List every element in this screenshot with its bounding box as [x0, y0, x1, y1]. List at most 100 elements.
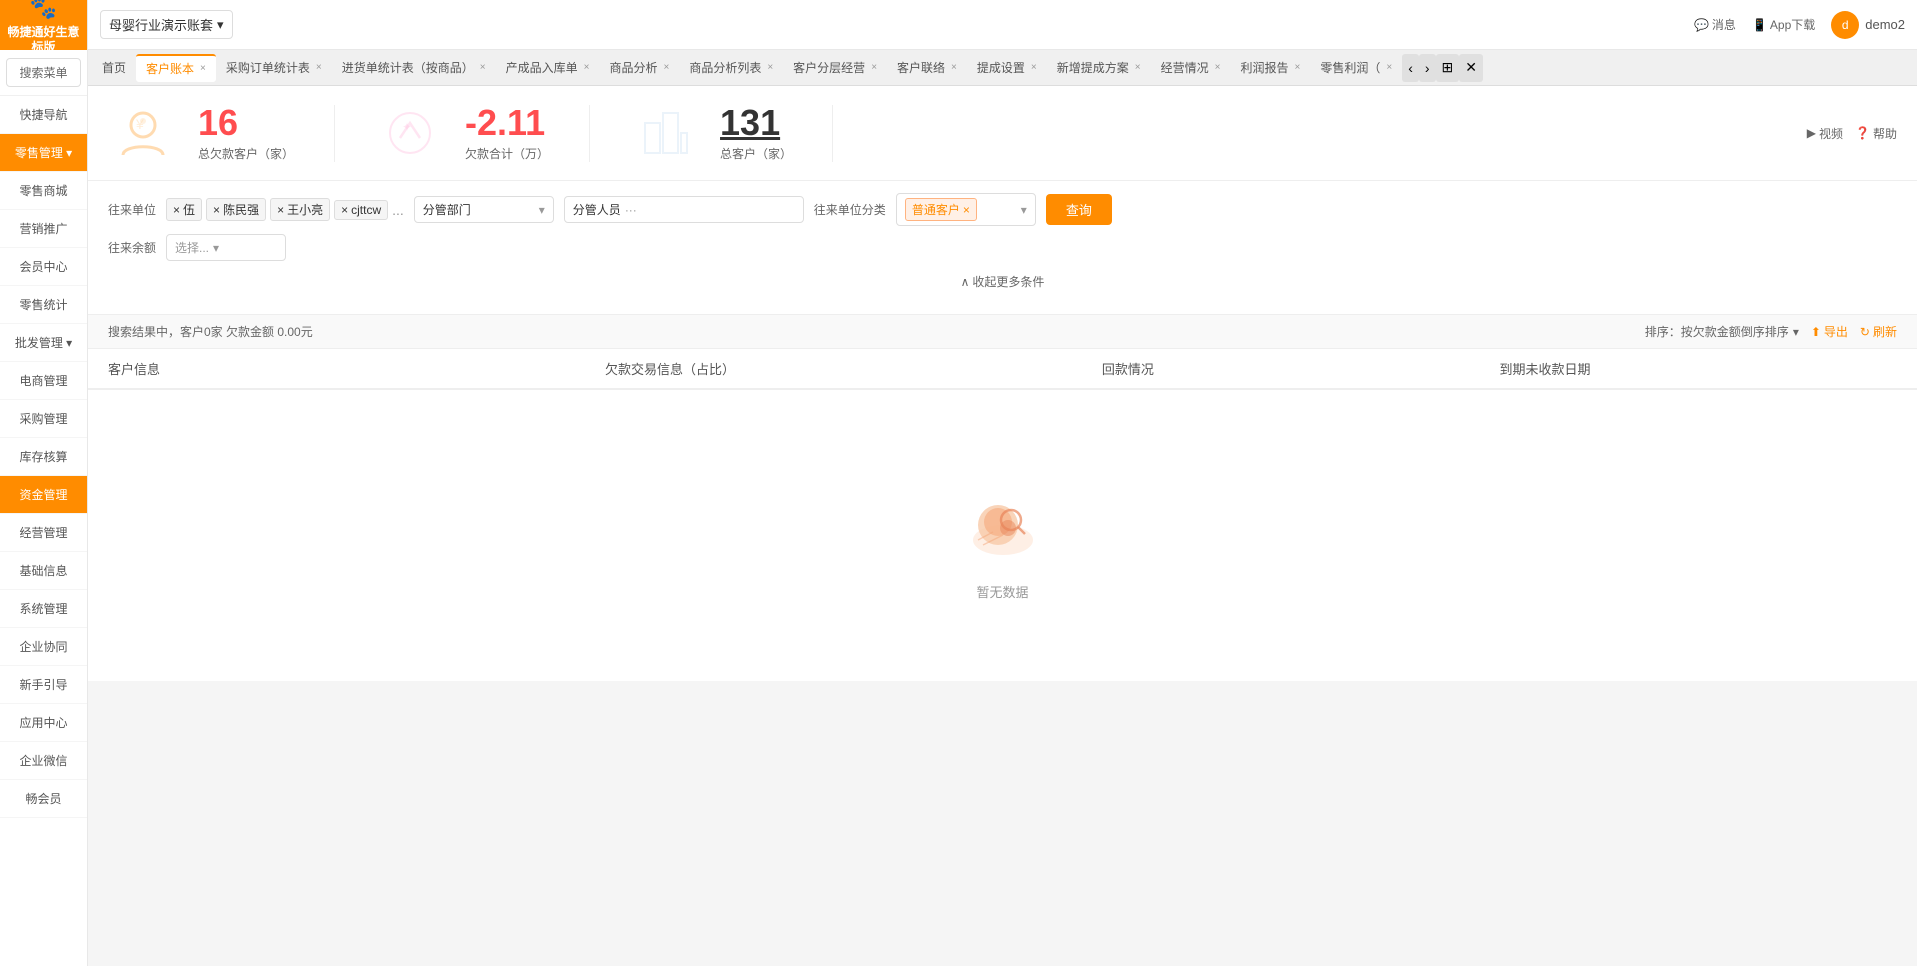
empty-state: 暂无数据 — [88, 390, 1917, 681]
header-right: 💬 消息 📱 App下载 d demo2 — [1694, 11, 1905, 39]
tab-close-all-btn[interactable]: ✕ — [1459, 54, 1483, 82]
tab-customer-contact[interactable]: 客户联络 × — [887, 54, 967, 82]
results-info: 搜索结果中，客户0家 欠款金额 0.00元 — [108, 323, 313, 340]
sidebar-item-operations[interactable]: 经营管理 — [0, 514, 87, 552]
empty-text: 暂无数据 — [976, 582, 1028, 601]
filter-tag-cjttcw[interactable]: × cjttcw — [334, 200, 388, 220]
tab-close-customer-tier[interactable]: × — [871, 62, 877, 73]
tab-accounts[interactable]: 客户账本 × — [136, 54, 216, 82]
header-left: 母婴行业演示账套 ▾ — [100, 10, 233, 39]
refresh-icon: ↻ — [1860, 325, 1870, 339]
tab-reminder-settings[interactable]: 提成设置 × — [967, 54, 1047, 82]
filter-tag-chenminqiang[interactable]: × 陈民强 — [206, 198, 266, 221]
sidebar-item-retail-mall[interactable]: 零售商城 — [0, 172, 87, 210]
sidebar-item-basics[interactable]: 基础信息 — [0, 552, 87, 590]
logo-text: 畅捷通好生意 — [7, 25, 79, 41]
sidebar-item-ecommerce[interactable]: 电商管理 — [0, 362, 87, 400]
tab-close-purchase-stats[interactable]: × — [480, 62, 486, 73]
tab-close-customer-contact[interactable]: × — [951, 62, 957, 73]
message-btn[interactable]: 💬 消息 — [1694, 16, 1736, 33]
tab-close-retail-profit[interactable]: × — [1386, 62, 1392, 73]
stats-actions: ▶ 视频 ❓ 帮助 — [1807, 125, 1897, 142]
filter-tags-more[interactable]: ... — [392, 202, 404, 218]
sidebar-item-retail-stat[interactable]: 零售统计 — [0, 286, 87, 324]
tab-purchase-stats[interactable]: 进货单统计表（按商品） × — [332, 54, 496, 82]
tab-close-purchase-order[interactable]: × — [316, 62, 322, 73]
export-button[interactable]: ⬆ 导出 — [1811, 323, 1848, 340]
app-download-btn[interactable]: 📱 App下载 — [1752, 16, 1815, 33]
customers-icon — [630, 98, 700, 168]
sidebar-item-capital[interactable]: 资金管理 — [0, 476, 87, 514]
total-customers-value: 131 — [720, 105, 780, 141]
stat-total-customers: 131 总客户（家） — [720, 105, 833, 162]
sidebar-item-retail-mgmt[interactable]: 零售管理 ▾ — [0, 134, 87, 172]
filter-row-1: 往来单位 × 伍 × 陈民强 × 王小亮 × — [108, 193, 1897, 226]
tab-close-goods-analysis-list[interactable]: × — [767, 62, 773, 73]
sidebar-item-inventory[interactable]: 库存核算 — [0, 438, 87, 476]
tab-close-reminder-settings[interactable]: × — [1031, 62, 1037, 73]
debtors-icon: ¥ — [108, 98, 178, 168]
sidebar-item-quick-nav[interactable]: 快捷导航 — [0, 96, 87, 134]
sidebar: 🐾 畅捷通好生意 标版 搜索菜单 快捷导航 零售管理 ▾ 零售商城 营销推广 会… — [0, 0, 88, 966]
phone-icon: 📱 — [1752, 18, 1767, 32]
tab-close-goods-analysis[interactable]: × — [663, 62, 669, 73]
sort-selector[interactable]: 排序：按欠款金额倒序排序 ▾ — [1645, 323, 1799, 340]
tab-close-accounts[interactable]: × — [200, 63, 206, 74]
dept-filter[interactable]: 分管部门 ▾ — [414, 196, 554, 223]
sidebar-item-marketing[interactable]: 营销推广 — [0, 210, 87, 248]
play-icon: ▶ — [1807, 126, 1816, 140]
user-info: d demo2 — [1831, 11, 1905, 39]
sidebar-item-member[interactable]: 会员中心 — [0, 248, 87, 286]
sidebar-item-wholesale[interactable]: 批发管理 ▾ — [0, 324, 87, 362]
tab-purchase-order[interactable]: 采购订单统计表 × — [216, 54, 332, 82]
tab-close-operations-status[interactable]: × — [1215, 62, 1221, 73]
chevron-down-icon: ▾ — [217, 17, 224, 33]
industry-selector[interactable]: 母婴行业演示账套 ▾ — [100, 10, 233, 39]
tab-goods-analysis-list[interactable]: 商品分析列表 × — [679, 54, 783, 82]
tab-home[interactable]: 首页 — [92, 54, 136, 82]
sidebar-item-app-center[interactable]: 应用中心 — [0, 704, 87, 742]
stats-bar: ¥ 16 总欠款客户（家） ✦ -2.11 欠款合计（万） — [88, 86, 1917, 181]
sidebar-item-vip[interactable]: 畅会员 — [0, 780, 87, 818]
sidebar-item-newbie[interactable]: 新手引导 — [0, 666, 87, 704]
filter-row-2: 往来余额 选择... ▾ — [108, 234, 1897, 261]
filter-tag-wangxiaoliang[interactable]: × 王小亮 — [270, 198, 330, 221]
tab-next-btn[interactable]: › — [1419, 54, 1436, 82]
tab-close-profit-report[interactable]: × — [1294, 62, 1300, 73]
tab-prev-btn[interactable]: ‹ — [1402, 54, 1419, 82]
video-help-btn[interactable]: ▶ 视频 — [1807, 125, 1843, 142]
category-filter[interactable]: 普通客户 × ▾ — [896, 193, 1036, 226]
person-filter[interactable]: 分管人员 ··· — [564, 196, 804, 223]
sidebar-item-purchase[interactable]: 采购管理 — [0, 400, 87, 438]
total-debtors-value: 16 — [198, 105, 238, 141]
tab-profit-report[interactable]: 利润报告 × — [1230, 54, 1310, 82]
tab-customer-tier[interactable]: 客户分层经营 × — [783, 54, 887, 82]
category-tag-close-icon[interactable]: × — [963, 203, 970, 217]
sidebar-item-enterprise[interactable]: 企业协同 — [0, 628, 87, 666]
filter-tag-wu[interactable]: × 伍 — [166, 198, 202, 221]
total-debtors-label: 总欠款客户（家） — [198, 145, 294, 162]
tab-cost-entry[interactable]: 产成品入库单 × — [496, 54, 600, 82]
message-icon: 💬 — [1694, 18, 1709, 32]
tab-close-cost-entry[interactable]: × — [584, 62, 590, 73]
query-button[interactable]: 查询 — [1046, 194, 1112, 225]
sidebar-item-system[interactable]: 系统管理 — [0, 590, 87, 628]
refresh-button[interactable]: ↻ 刷新 — [1860, 323, 1897, 340]
tab-expand-btn[interactable]: ⊞ — [1436, 54, 1460, 82]
tab-operations-status[interactable]: 经营情况 × — [1151, 54, 1231, 82]
collapse-button[interactable]: ∧ 收起更多条件 — [953, 269, 1053, 294]
collapse-up-icon: ∧ — [961, 275, 970, 289]
results-bar: 搜索结果中，客户0家 欠款金额 0.00元 排序：按欠款金额倒序排序 ▾ ⬆ 导… — [88, 315, 1917, 349]
sidebar-item-wechat[interactable]: 企业微信 — [0, 742, 87, 780]
help-btn[interactable]: ❓ 帮助 — [1855, 125, 1897, 142]
industry-name: 母婴行业演示账套 — [109, 15, 213, 34]
search-menu-button[interactable]: 搜索菜单 — [6, 58, 81, 87]
remainder-select[interactable]: 选择... ▾ — [166, 234, 286, 261]
tab-close-new-achievement[interactable]: × — [1135, 62, 1141, 73]
tab-goods-analysis[interactable]: 商品分析 × — [599, 54, 679, 82]
person-more-icon[interactable]: ··· — [625, 203, 637, 217]
tab-new-achievement[interactable]: 新增提成方案 × — [1047, 54, 1151, 82]
tab-retail-profit[interactable]: 零售利润（ × — [1310, 54, 1402, 82]
tab-bar: 首页 客户账本 × 采购订单统计表 × 进货单统计表（按商品） × 产成品入库单… — [88, 50, 1917, 86]
selected-category-tag[interactable]: 普通客户 × — [905, 198, 977, 221]
